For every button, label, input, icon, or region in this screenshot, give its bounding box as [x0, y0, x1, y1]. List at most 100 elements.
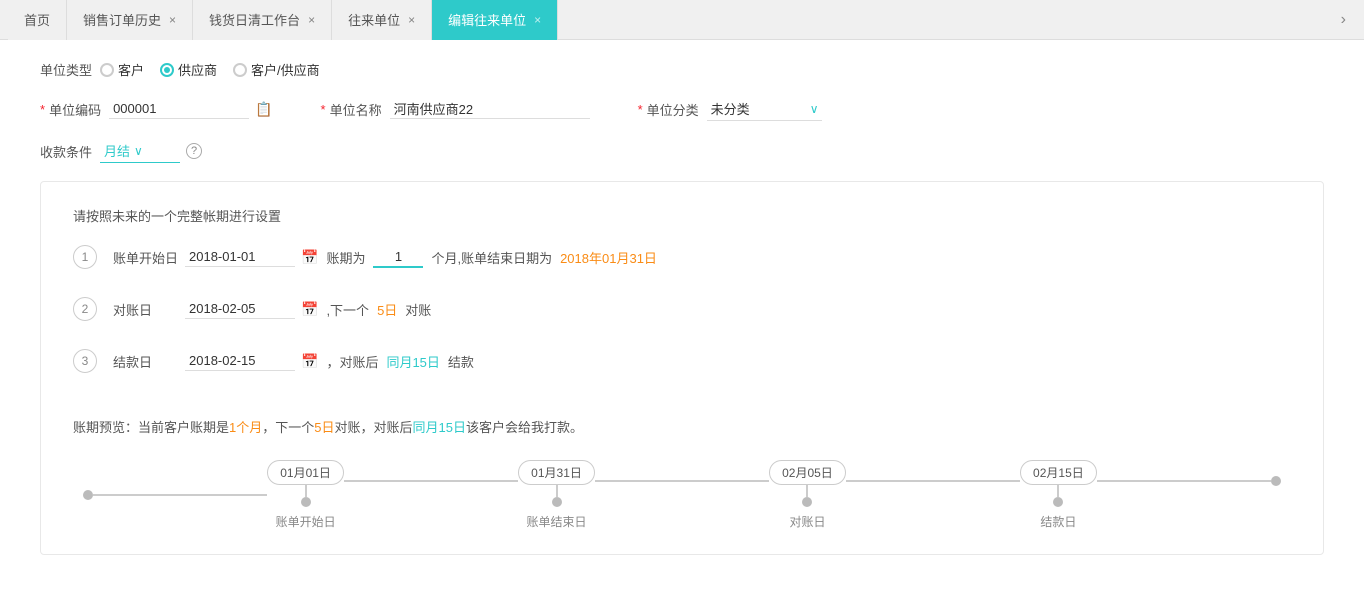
- tab-home[interactable]: 首页: [8, 0, 67, 40]
- tab-sales-order-history-close[interactable]: ×: [169, 13, 176, 27]
- payment-terms-row: 收款条件 月结 ∨ ?: [40, 139, 1324, 163]
- tab-home-label: 首页: [24, 10, 50, 29]
- unit-category-required: *: [638, 102, 643, 117]
- end-date-highlight: 2018年01月31日: [560, 248, 657, 267]
- node-1-stem: [305, 485, 307, 497]
- node-2-stem: [556, 485, 558, 497]
- period-unit-text: 个月,账单结束日期为: [431, 248, 552, 267]
- node-3-pill: 02月05日: [769, 460, 846, 485]
- row-label-3: 结款日: [113, 352, 173, 371]
- tab-sales-order-history[interactable]: 销售订单历史 ×: [67, 0, 193, 40]
- payment-date-input[interactable]: [185, 351, 295, 371]
- payment-terms-select[interactable]: 月结 ∨: [100, 139, 180, 163]
- tab-cash-work[interactable]: 钱货日清工作台 ×: [193, 0, 332, 40]
- reconcile-desc-prefix: ,下一个: [326, 300, 369, 319]
- reconcile-date-input[interactable]: [185, 299, 295, 319]
- card-instruction: 请按照未来的一个完整帐期进行设置: [73, 206, 1291, 225]
- unit-code-required: *: [40, 102, 45, 117]
- unit-code-item: * 单位编码 📋: [40, 99, 273, 119]
- setting-row-3: 3 结款日 📅 ，对账后 同月15日 结款: [73, 349, 1291, 373]
- unit-code-input[interactable]: [109, 99, 249, 119]
- node-3-dot: [802, 497, 812, 507]
- payment-terms-label: 收款条件: [40, 142, 92, 161]
- unit-name-item: * 单位名称: [321, 99, 590, 119]
- preview-sep2: 对账，对账后: [335, 420, 413, 435]
- payment-terms-dropdown-icon: ∨: [134, 144, 143, 158]
- node-3-stem: [806, 485, 808, 497]
- tab-partner-units[interactable]: 往来单位 ×: [332, 0, 432, 40]
- preview-sep1: ，下一个: [262, 420, 314, 435]
- tab-edit-partner-label: 编辑往来单位: [448, 10, 526, 29]
- tab-edit-partner[interactable]: 编辑往来单位 ×: [432, 0, 558, 40]
- timeline-line-4: [846, 480, 1020, 482]
- period-value-input[interactable]: [373, 247, 423, 268]
- timeline-line-1: [93, 494, 267, 496]
- preview-part3: 同月15日: [413, 420, 466, 435]
- timeline-line-3: [595, 480, 769, 482]
- timeline: 01月01日 账单开始日 01月31日 账单结束日 02月05日: [73, 460, 1291, 530]
- tab-edit-partner-close[interactable]: ×: [534, 13, 541, 27]
- node-2-label: 账单结束日: [527, 513, 587, 530]
- reconcile-date-calendar-icon[interactable]: 📅: [301, 301, 318, 318]
- node-4-stem: [1057, 485, 1059, 497]
- radio-customer-supplier-circle: [233, 63, 247, 77]
- unit-category-value: 未分类: [711, 99, 750, 118]
- unit-code-label: 单位编码: [49, 100, 101, 119]
- unit-code-calendar-icon[interactable]: 📋: [255, 101, 272, 118]
- unit-name-required: *: [321, 102, 326, 117]
- setting-row-1: 1 账单开始日 📅 账期为 个月,账单结束日期为 2018年01月31日: [73, 245, 1291, 269]
- unit-category-dropdown-icon: ∨: [810, 102, 819, 116]
- preview-section: 账期预览：当前客户账期是1个月，下一个5日对账，对账后同月15日该客户会给我打款…: [73, 401, 1291, 530]
- unit-type-radio-group: 客户 供应商 客户/供应商: [100, 60, 320, 79]
- unit-category-label: 单位分类: [647, 100, 699, 119]
- payment-terms-item: 收款条件 月结 ∨ ?: [40, 139, 202, 163]
- tab-cash-work-label: 钱货日清工作台: [209, 10, 300, 29]
- row-num-3: 3: [73, 349, 97, 373]
- page-content: 单位类型 客户 供应商 客户/供应商 * 单位编码: [0, 40, 1364, 608]
- reconcile-desc-suffix: 对账: [405, 300, 431, 319]
- timeline-node-1: 01月01日 账单开始日: [267, 460, 344, 530]
- payment-date-calendar-icon[interactable]: 📅: [301, 353, 318, 370]
- row-num-1: 1: [73, 245, 97, 269]
- reconcile-desc-highlight: 5日: [377, 300, 397, 319]
- unit-type-item: 单位类型 客户 供应商 客户/供应商: [40, 60, 320, 79]
- payment-desc-highlight: 同月15日: [386, 352, 439, 371]
- unit-name-label: 单位名称: [330, 100, 382, 119]
- radio-customer-supplier-label: 客户/供应商: [251, 60, 320, 79]
- radio-customer-circle: [100, 63, 114, 77]
- unit-category-item: * 单位分类 未分类 ∨: [638, 97, 823, 121]
- tab-partner-units-close[interactable]: ×: [408, 13, 415, 27]
- unit-category-select[interactable]: 未分类 ∨: [707, 97, 823, 121]
- row-label-1: 账单开始日: [113, 248, 173, 267]
- payment-terms-value: 月结: [104, 141, 130, 160]
- preview-suffix: 该客户会给我打款。: [466, 420, 583, 435]
- preview-part2: 5日: [314, 420, 334, 435]
- tab-more-button[interactable]: ›: [1331, 11, 1356, 29]
- node-4-label: 结款日: [1040, 513, 1076, 530]
- node-2-dot: [552, 497, 562, 507]
- start-date-input[interactable]: [185, 247, 295, 267]
- unit-type-row: 单位类型 客户 供应商 客户/供应商: [40, 60, 1324, 79]
- timeline-end-dot: [1271, 476, 1281, 486]
- radio-customer-supplier[interactable]: 客户/供应商: [233, 60, 320, 79]
- radio-customer[interactable]: 客户: [100, 60, 144, 79]
- start-date-calendar-icon[interactable]: 📅: [301, 249, 318, 266]
- node-3-label: 对账日: [789, 513, 825, 530]
- row-label-2: 对账日: [113, 300, 173, 319]
- tab-cash-work-close[interactable]: ×: [308, 13, 315, 27]
- timeline-line-5: [1097, 480, 1271, 482]
- radio-supplier-label: 供应商: [178, 60, 217, 79]
- timeline-line-2: [344, 480, 518, 482]
- node-4-dot: [1053, 497, 1063, 507]
- radio-supplier[interactable]: 供应商: [160, 60, 217, 79]
- preview-part1: 1个月: [229, 420, 262, 435]
- timeline-start-dot: [83, 490, 93, 500]
- unit-name-input[interactable]: [390, 99, 590, 119]
- radio-supplier-circle: [160, 63, 174, 77]
- payment-terms-help-icon[interactable]: ?: [186, 143, 202, 159]
- node-1-dot: [301, 497, 311, 507]
- period-label: 账期为: [326, 248, 365, 267]
- preview-text: 账期预览：当前客户账期是1个月，下一个5日对账，对账后同月15日该客户会给我打款…: [73, 417, 1291, 436]
- radio-customer-label: 客户: [118, 60, 144, 79]
- tab-sales-order-history-label: 销售订单历史: [83, 10, 161, 29]
